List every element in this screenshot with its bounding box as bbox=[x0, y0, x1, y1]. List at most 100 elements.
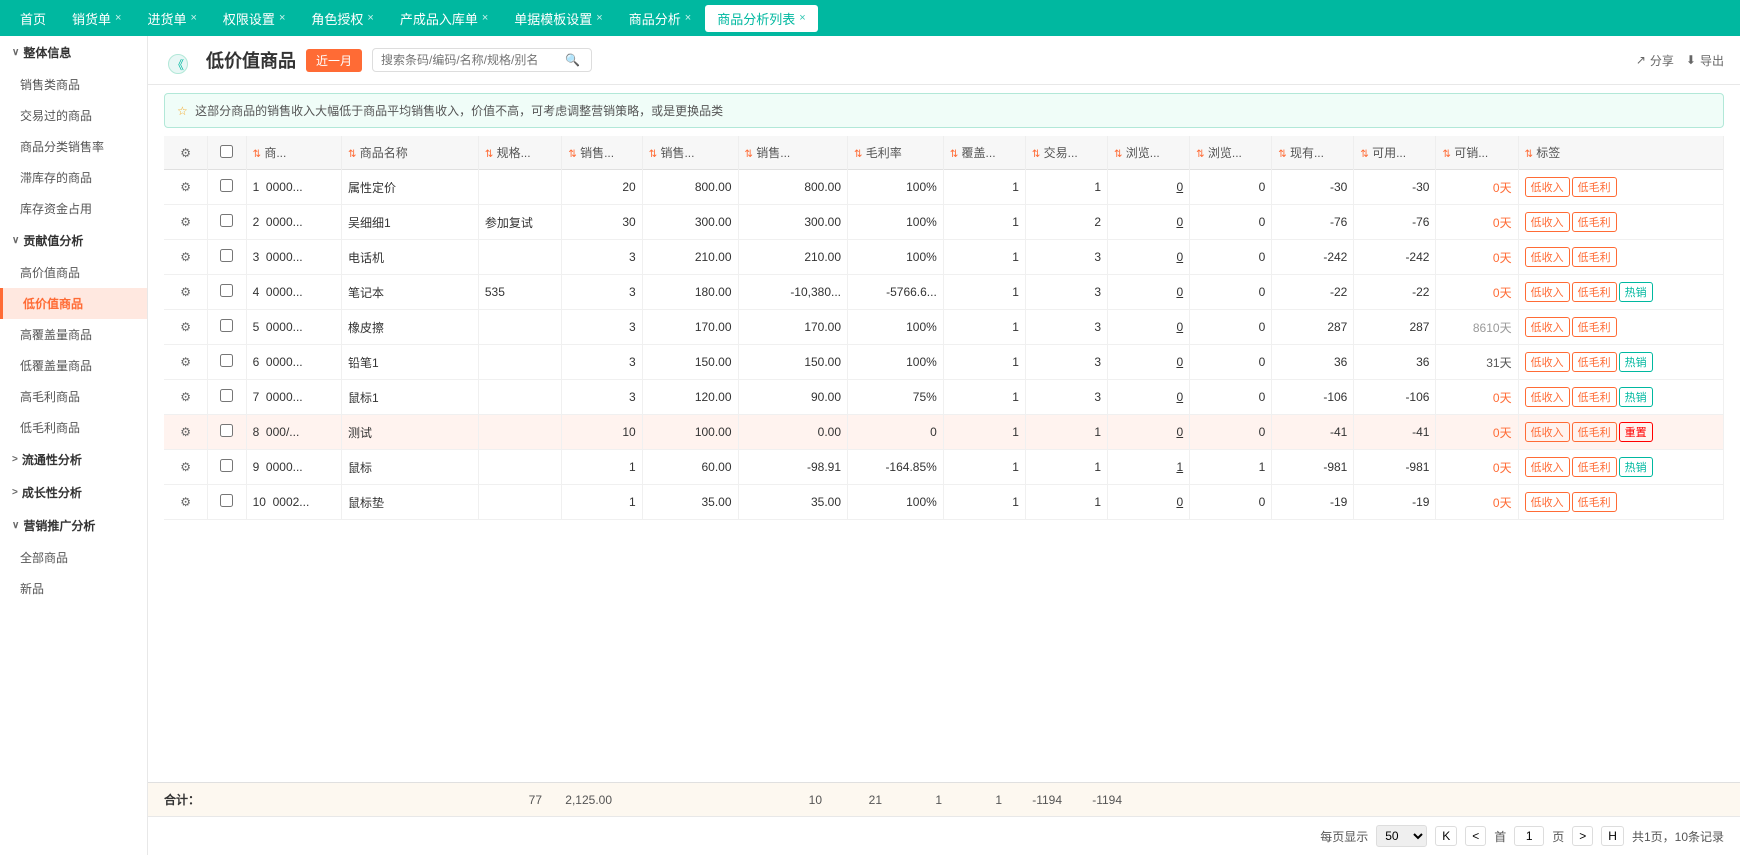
close-icon[interactable]: × bbox=[190, 12, 196, 24]
browse1-cell[interactable]: 1 bbox=[1108, 450, 1190, 485]
browse1-link[interactable]: 0 bbox=[1176, 180, 1183, 194]
row-checkbox[interactable] bbox=[220, 459, 233, 472]
close-icon[interactable]: × bbox=[596, 12, 602, 24]
checkbox-cell[interactable] bbox=[208, 485, 246, 520]
close-icon[interactable]: × bbox=[367, 12, 373, 24]
checkbox-cell[interactable] bbox=[208, 380, 246, 415]
checkbox-cell[interactable] bbox=[208, 205, 246, 240]
settings-column-header[interactable]: ⚙ bbox=[164, 136, 208, 170]
sidebar-section-contribution[interactable]: ∨ 贡献值分析 bbox=[0, 224, 147, 257]
settings-cell[interactable]: ⚙ bbox=[164, 380, 208, 415]
page-size-select[interactable]: 50 100 200 bbox=[1376, 825, 1427, 847]
sort-icon[interactable]: ⇅ bbox=[1114, 149, 1122, 160]
checkbox-cell[interactable] bbox=[208, 310, 246, 345]
close-icon[interactable]: × bbox=[685, 12, 691, 24]
checkbox-cell[interactable] bbox=[208, 345, 246, 380]
browse1-link[interactable]: 0 bbox=[1176, 495, 1183, 509]
sidebar-item-inventory-capital[interactable]: 库存资金占用 bbox=[0, 193, 147, 224]
sidebar-item-low-coverage[interactable]: 低覆盖量商品 bbox=[0, 350, 147, 381]
settings-cell[interactable]: ⚙ bbox=[164, 415, 208, 450]
sidebar-section-circulation[interactable]: > 流通性分析 bbox=[0, 443, 147, 476]
sidebar-item-new-products[interactable]: 新品 bbox=[0, 573, 147, 604]
nav-sales-order[interactable]: 销货单 × bbox=[60, 5, 133, 32]
sort-icon[interactable]: ⇅ bbox=[1525, 149, 1533, 160]
sort-icon[interactable]: ⇅ bbox=[568, 149, 576, 160]
nav-purchase-order[interactable]: 进货单 × bbox=[135, 5, 208, 32]
browse1-cell[interactable]: 0 bbox=[1108, 310, 1190, 345]
nav-product-analysis-list[interactable]: 商品分析列表 × bbox=[705, 5, 817, 32]
sort-icon[interactable]: ⇅ bbox=[1278, 149, 1286, 160]
search-icon[interactable]: 🔍 bbox=[565, 53, 580, 67]
nav-template-settings[interactable]: 单据模板设置 × bbox=[502, 5, 614, 32]
nav-roles[interactable]: 角色授权 × bbox=[299, 5, 385, 32]
close-icon[interactable]: × bbox=[482, 12, 488, 24]
prev-page-button[interactable]: < bbox=[1465, 826, 1486, 846]
browse1-cell[interactable]: 0 bbox=[1108, 170, 1190, 205]
sidebar-item-traded-products[interactable]: 交易过的商品 bbox=[0, 100, 147, 131]
row-checkbox[interactable] bbox=[220, 249, 233, 262]
sidebar-item-high-value[interactable]: 高价值商品 bbox=[0, 257, 147, 288]
sort-icon[interactable]: ⇅ bbox=[649, 149, 657, 160]
checkbox-cell[interactable] bbox=[208, 450, 246, 485]
settings-cell[interactable]: ⚙ bbox=[164, 275, 208, 310]
row-checkbox[interactable] bbox=[220, 214, 233, 227]
share-button[interactable]: ↗ 分享 bbox=[1636, 52, 1674, 69]
browse1-cell[interactable]: 0 bbox=[1108, 345, 1190, 380]
browse1-cell[interactable]: 0 bbox=[1108, 380, 1190, 415]
browse1-cell[interactable]: 0 bbox=[1108, 275, 1190, 310]
row-checkbox[interactable] bbox=[220, 424, 233, 437]
sidebar-item-low-value[interactable]: 低价值商品 bbox=[0, 288, 147, 319]
settings-cell[interactable]: ⚙ bbox=[164, 345, 208, 380]
export-button[interactable]: ⬇ 导出 bbox=[1686, 52, 1724, 69]
sidebar-item-sales-products[interactable]: 销售类商品 bbox=[0, 69, 147, 100]
browse1-cell[interactable]: 0 bbox=[1108, 205, 1190, 240]
sort-icon[interactable]: ⇅ bbox=[1360, 149, 1368, 160]
browse1-cell[interactable]: 0 bbox=[1108, 485, 1190, 520]
checkbox-column-header[interactable] bbox=[208, 136, 246, 170]
browse1-link[interactable]: 0 bbox=[1176, 215, 1183, 229]
sort-icon[interactable]: ⇅ bbox=[485, 149, 493, 160]
browse1-link[interactable]: 0 bbox=[1176, 250, 1183, 264]
page-number-input[interactable] bbox=[1514, 826, 1544, 846]
filter-recent-month-button[interactable]: 近一月 bbox=[306, 49, 362, 72]
select-all-checkbox[interactable] bbox=[220, 145, 233, 158]
browse1-link[interactable]: 0 bbox=[1176, 285, 1183, 299]
settings-cell[interactable]: ⚙ bbox=[164, 310, 208, 345]
first-page-button[interactable]: K bbox=[1435, 826, 1457, 846]
sort-icon[interactable]: ⇅ bbox=[253, 149, 261, 160]
browse1-cell[interactable]: 0 bbox=[1108, 415, 1190, 450]
settings-cell[interactable]: ⚙ bbox=[164, 170, 208, 205]
settings-cell[interactable]: ⚙ bbox=[164, 205, 208, 240]
nav-home[interactable]: 首页 bbox=[8, 5, 58, 32]
sort-icon[interactable]: ⇅ bbox=[348, 149, 356, 160]
sort-icon[interactable]: ⇅ bbox=[1032, 149, 1040, 160]
close-icon[interactable]: × bbox=[115, 12, 121, 24]
row-checkbox[interactable] bbox=[220, 494, 233, 507]
sort-icon[interactable]: ⇅ bbox=[950, 149, 958, 160]
sidebar-item-high-margin[interactable]: 高毛利商品 bbox=[0, 381, 147, 412]
checkbox-cell[interactable] bbox=[208, 275, 246, 310]
checkbox-cell[interactable] bbox=[208, 170, 246, 205]
sidebar-item-slow-inventory[interactable]: 滞库存的商品 bbox=[0, 162, 147, 193]
sidebar-section-marketing[interactable]: ∨ 营销推广分析 bbox=[0, 509, 147, 542]
sidebar-collapse-button[interactable]: 《 bbox=[168, 54, 188, 74]
settings-cell[interactable]: ⚙ bbox=[164, 450, 208, 485]
sort-icon[interactable]: ⇅ bbox=[745, 149, 753, 160]
browse1-link[interactable]: 0 bbox=[1176, 425, 1183, 439]
row-checkbox[interactable] bbox=[220, 179, 233, 192]
next-page-button[interactable]: > bbox=[1572, 826, 1593, 846]
sidebar-item-all-products[interactable]: 全部商品 bbox=[0, 542, 147, 573]
sort-icon[interactable]: ⇅ bbox=[1442, 149, 1450, 160]
settings-cell[interactable]: ⚙ bbox=[164, 485, 208, 520]
close-icon[interactable]: × bbox=[279, 12, 285, 24]
browse1-link[interactable]: 1 bbox=[1176, 460, 1183, 474]
search-input[interactable] bbox=[381, 53, 561, 67]
last-page-button[interactable]: H bbox=[1601, 826, 1624, 846]
browse1-link[interactable]: 0 bbox=[1176, 320, 1183, 334]
sidebar-item-category-sales-rate[interactable]: 商品分类销售率 bbox=[0, 131, 147, 162]
sidebar-section-overall[interactable]: ∨ 整体信息 bbox=[0, 36, 147, 69]
nav-product-storage[interactable]: 产成品入库单 × bbox=[388, 5, 500, 32]
settings-cell[interactable]: ⚙ bbox=[164, 240, 208, 275]
sort-icon[interactable]: ⇅ bbox=[854, 149, 862, 160]
nav-product-analysis[interactable]: 商品分析 × bbox=[617, 5, 703, 32]
